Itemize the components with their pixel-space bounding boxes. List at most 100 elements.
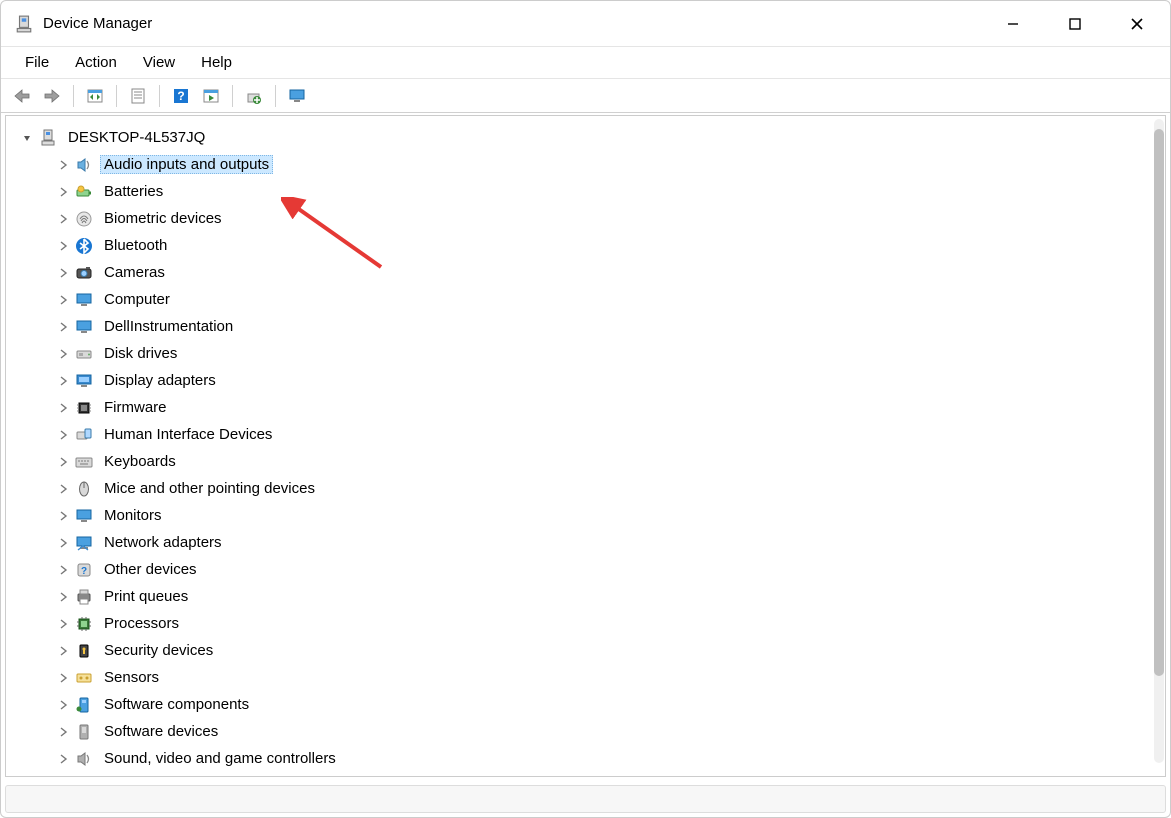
sound-icon xyxy=(74,749,94,769)
chevron-right-icon[interactable] xyxy=(54,183,72,201)
chevron-right-icon[interactable] xyxy=(54,669,72,687)
network-icon xyxy=(74,533,94,553)
tree-root[interactable]: DESKTOP-4L537JQ xyxy=(16,124,1165,151)
menu-view[interactable]: View xyxy=(131,50,187,75)
mouse-icon xyxy=(74,479,94,499)
vertical-scrollbar[interactable] xyxy=(1154,119,1164,763)
tree-root-label: DESKTOP-4L537JQ xyxy=(64,129,209,146)
window-title: Device Manager xyxy=(43,15,152,32)
back-button[interactable] xyxy=(9,83,35,109)
cpu-icon xyxy=(74,614,94,634)
close-button[interactable] xyxy=(1106,3,1168,45)
maximize-button[interactable] xyxy=(1044,3,1106,45)
tree-item-label: Batteries xyxy=(100,183,167,200)
show-hidden-button[interactable] xyxy=(82,83,108,109)
tree-item[interactable]: Disk drives xyxy=(16,340,1165,367)
menu-file[interactable]: File xyxy=(13,50,61,75)
tree-item[interactable]: Sensors xyxy=(16,664,1165,691)
chevron-right-icon[interactable] xyxy=(54,588,72,606)
svg-text:?: ? xyxy=(81,566,87,577)
tree-item-label: Audio inputs and outputs xyxy=(100,155,273,174)
chevron-right-icon[interactable] xyxy=(54,750,72,768)
titlebar: Device Manager xyxy=(1,1,1170,47)
disk-icon xyxy=(74,344,94,364)
chevron-right-icon[interactable] xyxy=(54,210,72,228)
tree-item[interactable]: Print queues xyxy=(16,583,1165,610)
help-button[interactable]: ? xyxy=(168,83,194,109)
chevron-right-icon[interactable] xyxy=(54,264,72,282)
software-comp-icon xyxy=(74,695,94,715)
chevron-right-icon[interactable] xyxy=(54,372,72,390)
toolbar-separator xyxy=(159,85,160,107)
tree-item-label: Computer xyxy=(100,291,174,308)
software-dev-icon xyxy=(74,722,94,742)
scrollbar-thumb[interactable] xyxy=(1154,129,1164,676)
menu-action[interactable]: Action xyxy=(63,50,129,75)
tree-item-label: Print queues xyxy=(100,588,192,605)
chevron-right-icon[interactable] xyxy=(54,291,72,309)
scan-hardware-button[interactable] xyxy=(198,83,224,109)
chevron-right-icon[interactable] xyxy=(54,318,72,336)
sensor-icon xyxy=(74,668,94,688)
tree-item-label: Sensors xyxy=(100,669,163,686)
tree-item[interactable]: Computer xyxy=(16,286,1165,313)
chevron-right-icon[interactable] xyxy=(54,723,72,741)
chevron-right-icon[interactable] xyxy=(54,696,72,714)
monitor-button[interactable] xyxy=(284,83,310,109)
display-icon xyxy=(74,371,94,391)
chevron-right-icon[interactable] xyxy=(54,642,72,660)
tree-item[interactable]: Software devices xyxy=(16,718,1165,745)
bluetooth-icon xyxy=(74,236,94,256)
chevron-down-icon[interactable] xyxy=(18,129,36,147)
tree-item[interactable]: Batteries xyxy=(16,178,1165,205)
hid-icon xyxy=(74,425,94,445)
computer-icon xyxy=(74,290,94,310)
update-driver-button[interactable] xyxy=(241,83,267,109)
tree-item[interactable]: Display adapters xyxy=(16,367,1165,394)
tree-item[interactable]: Audio inputs and outputs xyxy=(16,151,1165,178)
tree-item[interactable]: Network adapters xyxy=(16,529,1165,556)
printer-icon xyxy=(74,587,94,607)
tree-item[interactable]: Software components xyxy=(16,691,1165,718)
chevron-right-icon[interactable] xyxy=(54,615,72,633)
tree-item-label: Monitors xyxy=(100,507,166,524)
chevron-right-icon[interactable] xyxy=(54,426,72,444)
tree-item-label: Mice and other pointing devices xyxy=(100,480,319,497)
camera-icon xyxy=(74,263,94,283)
tree-item[interactable]: Firmware xyxy=(16,394,1165,421)
minimize-button[interactable] xyxy=(982,3,1044,45)
tree-item[interactable]: Biometric devices xyxy=(16,205,1165,232)
tree-item[interactable]: ? Other devices xyxy=(16,556,1165,583)
tree-item[interactable]: Bluetooth xyxy=(16,232,1165,259)
chevron-right-icon[interactable] xyxy=(54,534,72,552)
tree-item[interactable]: Cameras xyxy=(16,259,1165,286)
tree-item[interactable]: Security devices xyxy=(16,637,1165,664)
tree-item[interactable]: Mice and other pointing devices xyxy=(16,475,1165,502)
chevron-right-icon[interactable] xyxy=(54,561,72,579)
tree-item[interactable]: Processors xyxy=(16,610,1165,637)
chevron-right-icon[interactable] xyxy=(54,237,72,255)
keyboard-icon xyxy=(74,452,94,472)
tree-item-label: Cameras xyxy=(100,264,169,281)
tree-item[interactable]: Monitors xyxy=(16,502,1165,529)
device-tree[interactable]: DESKTOP-4L537JQ Audio inputs and outputs B… xyxy=(6,116,1165,776)
tree-item[interactable]: Keyboards xyxy=(16,448,1165,475)
tree-item[interactable]: Sound, video and game controllers xyxy=(16,745,1165,772)
toolbar-separator xyxy=(73,85,74,107)
chevron-right-icon[interactable] xyxy=(54,507,72,525)
chevron-right-icon[interactable] xyxy=(54,345,72,363)
toolbar-separator xyxy=(116,85,117,107)
chevron-right-icon[interactable] xyxy=(54,480,72,498)
status-bar xyxy=(5,785,1166,813)
menu-help[interactable]: Help xyxy=(189,50,244,75)
chevron-right-icon[interactable] xyxy=(54,156,72,174)
tree-item-label: Security devices xyxy=(100,642,217,659)
chevron-right-icon[interactable] xyxy=(54,453,72,471)
tree-item-label: Other devices xyxy=(100,561,201,578)
tree-item[interactable]: DellInstrumentation xyxy=(16,313,1165,340)
chevron-right-icon[interactable] xyxy=(54,399,72,417)
tree-item[interactable]: Human Interface Devices xyxy=(16,421,1165,448)
svg-text:?: ? xyxy=(177,89,184,103)
forward-button[interactable] xyxy=(39,83,65,109)
properties-button[interactable] xyxy=(125,83,151,109)
